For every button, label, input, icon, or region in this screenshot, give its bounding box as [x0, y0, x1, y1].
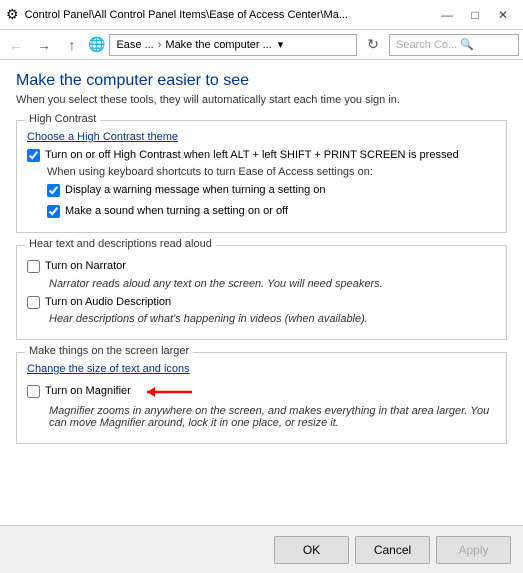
- audio-desc-desc: Hear descriptions of what's happening in…: [49, 313, 496, 325]
- high-contrast-checkbox2-row: Display a warning message when turning a…: [47, 183, 496, 198]
- magnifier-label: Turn on Magnifier: [45, 384, 131, 399]
- magnifier-row: Turn on Magnifier: [27, 381, 496, 403]
- audio-desc-checkbox[interactable]: [27, 296, 40, 309]
- nav-icon: 🌐: [88, 36, 105, 53]
- high-contrast-section: High Contrast Choose a High Contrast the…: [16, 120, 507, 233]
- page-title: Make the computer easier to see: [16, 72, 507, 90]
- high-contrast-checkbox3-label: Make a sound when turning a setting on o…: [65, 204, 288, 219]
- narrator-desc: Narrator reads aloud any text on the scr…: [49, 278, 496, 290]
- path-part1: Ease ...: [116, 39, 153, 51]
- main-content: Make the computer easier to see When you…: [0, 60, 523, 525]
- narrator-checkbox-row: Turn on Narrator: [27, 259, 496, 274]
- magnifier-desc: Magnifier zooms in anywhere on the scree…: [49, 405, 496, 429]
- narrator-label: Turn on Narrator: [45, 259, 126, 274]
- window-icon: ⚙: [6, 6, 19, 23]
- path-part2: Make the computer ...: [165, 39, 271, 51]
- refresh-button[interactable]: ↻: [361, 33, 385, 57]
- page-subtitle: When you select these tools, they will a…: [16, 94, 507, 106]
- high-contrast-checkbox3-row: Make a sound when turning a setting on o…: [47, 204, 496, 219]
- make-things-section: Make things on the screen larger Change …: [16, 352, 507, 444]
- text-icons-link[interactable]: Change the size of text and icons: [27, 363, 190, 375]
- audio-desc-checkbox-row: Turn on Audio Description: [27, 295, 496, 310]
- search-placeholder: Search Co... 🔍: [396, 38, 474, 51]
- back-button[interactable]: ←: [4, 33, 28, 57]
- title-bar-controls: — □ ✕: [433, 1, 517, 29]
- cancel-button[interactable]: Cancel: [355, 536, 430, 564]
- address-bar: ← → ↑ 🌐 Ease ... › Make the computer ...…: [0, 30, 523, 60]
- high-contrast-checkbox2[interactable]: [47, 184, 60, 197]
- high-contrast-link[interactable]: Choose a High Contrast theme: [27, 131, 178, 143]
- bottom-bar: OK Cancel Apply: [0, 525, 523, 573]
- magnifier-checkbox-row: Turn on Magnifier: [27, 384, 131, 399]
- audio-desc-label: Turn on Audio Description: [45, 295, 171, 310]
- minimize-button[interactable]: —: [433, 1, 461, 29]
- path-sep: ›: [158, 39, 162, 51]
- high-contrast-legend: High Contrast: [25, 113, 100, 125]
- forward-button[interactable]: →: [32, 33, 56, 57]
- up-button[interactable]: ↑: [60, 33, 84, 57]
- high-contrast-checkbox1[interactable]: [27, 149, 40, 162]
- title-bar-text: Control Panel\All Control Panel Items\Ea…: [25, 9, 427, 21]
- address-path[interactable]: Ease ... › Make the computer ... ▾: [109, 34, 357, 56]
- magnifier-checkbox[interactable]: [27, 385, 40, 398]
- search-box[interactable]: Search Co... 🔍: [389, 34, 519, 56]
- hear-text-section: Hear text and descriptions read aloud Tu…: [16, 245, 507, 340]
- red-arrow-annotation: [137, 381, 207, 403]
- make-things-legend: Make things on the screen larger: [25, 345, 193, 357]
- high-contrast-checkbox1-label: Turn on or off High Contrast when left A…: [45, 148, 459, 163]
- title-bar: ⚙ Control Panel\All Control Panel Items\…: [0, 0, 523, 30]
- narrator-checkbox[interactable]: [27, 260, 40, 273]
- high-contrast-checkbox1-row: Turn on or off High Contrast when left A…: [27, 148, 496, 163]
- close-button[interactable]: ✕: [489, 1, 517, 29]
- path-dropdown-icon: ▾: [278, 38, 284, 51]
- apply-button[interactable]: Apply: [436, 536, 511, 564]
- high-contrast-checkbox3[interactable]: [47, 205, 60, 218]
- hear-text-legend: Hear text and descriptions read aloud: [25, 238, 216, 250]
- restore-button[interactable]: □: [461, 1, 489, 29]
- ok-button[interactable]: OK: [274, 536, 349, 564]
- high-contrast-checkbox2-label: Display a warning message when turning a…: [65, 183, 325, 198]
- high-contrast-sub-label: When using keyboard shortcuts to turn Ea…: [47, 166, 496, 178]
